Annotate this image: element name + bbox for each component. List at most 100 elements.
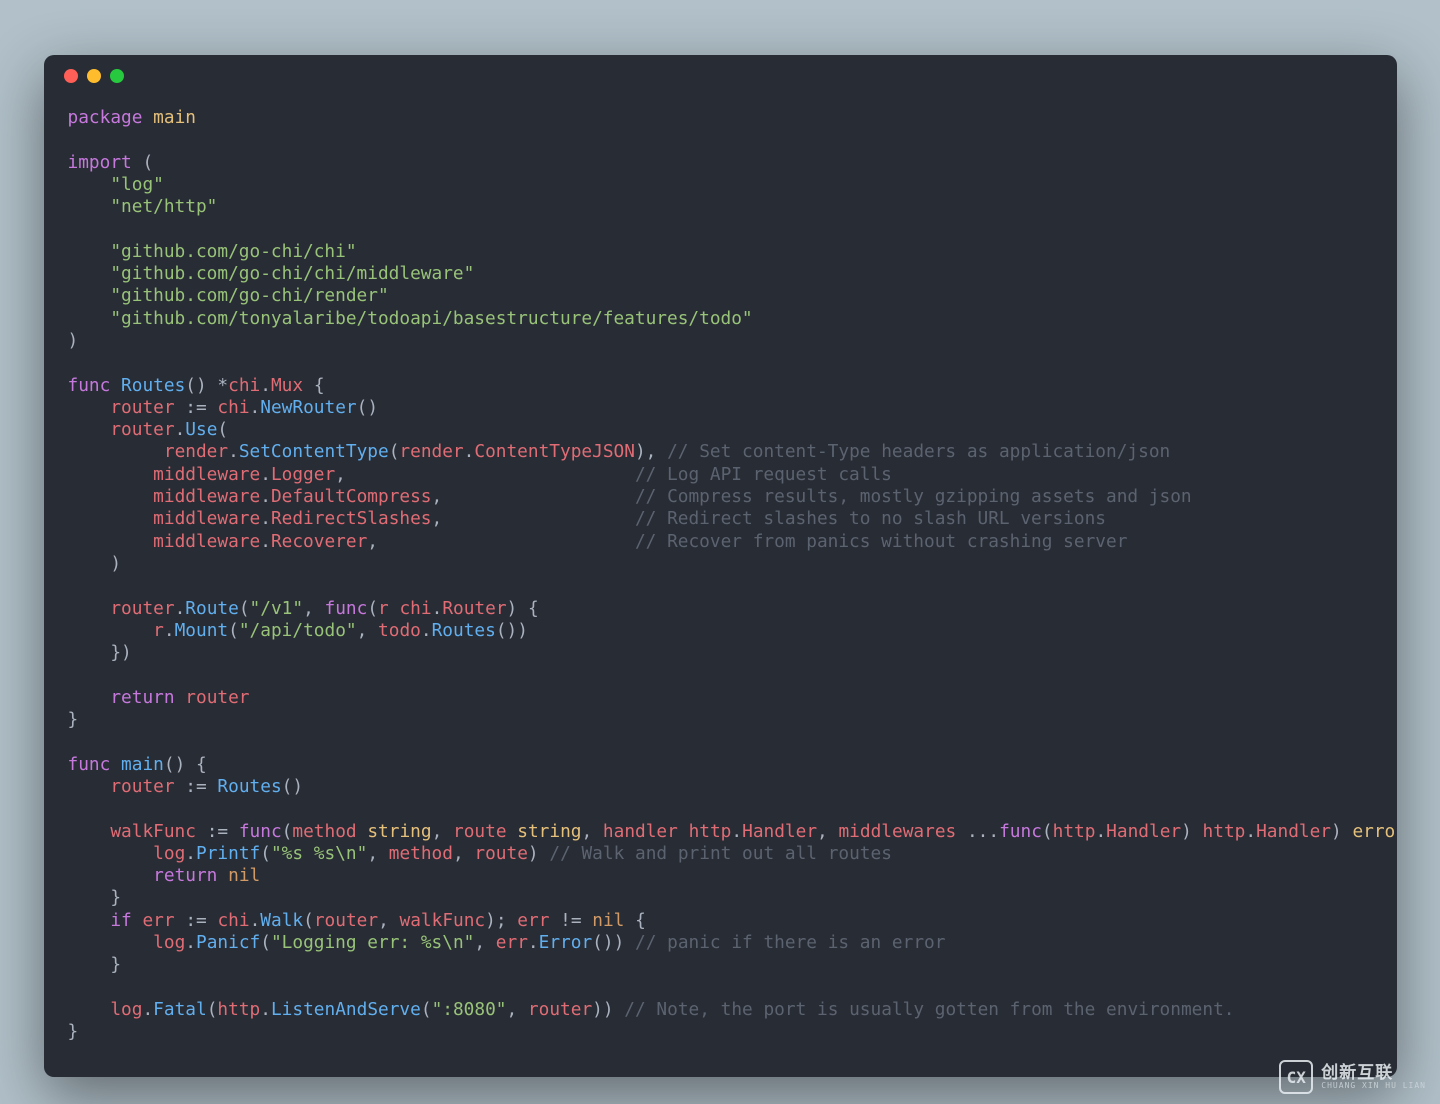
str-port: ":8080" xyxy=(432,999,507,1020)
arg-router: router xyxy=(314,910,378,931)
pkg-todo: todo xyxy=(378,620,421,641)
fn-setct: SetContentType xyxy=(239,441,389,462)
fn-routes-call: Routes xyxy=(217,776,281,797)
import-middleware: "github.com/go-chi/chi/middleware" xyxy=(110,263,474,284)
type-chi: chi xyxy=(228,375,260,396)
op-assign4: := xyxy=(185,910,206,931)
param-route: route xyxy=(453,821,507,842)
op-assign3: := xyxy=(207,821,228,842)
type-handler3: Handler xyxy=(1256,821,1331,842)
var-err3: err xyxy=(496,932,528,953)
param-r: r xyxy=(378,598,389,619)
op-assign2: := xyxy=(185,776,206,797)
fn-routes2: Routes xyxy=(432,620,496,641)
id-recoverer: Recoverer xyxy=(271,531,367,552)
pkg-chi-main: chi xyxy=(217,910,249,931)
type-router: Router xyxy=(442,598,506,619)
maximize-dot-icon[interactable] xyxy=(110,69,124,83)
fn-use: Use xyxy=(185,419,217,440)
op-ne: != xyxy=(560,910,581,931)
cmt-port: // Note, the port is usually gotten from… xyxy=(624,999,1234,1020)
kw-func-anon2: func xyxy=(239,821,282,842)
import-todo: "github.com/tonyalaribe/todoapi/basestru… xyxy=(110,308,752,329)
str-fmt: "%s %s\n" xyxy=(271,843,367,864)
minimize-dot-icon[interactable] xyxy=(87,69,101,83)
cmt-panic: // panic if there is an error xyxy=(635,932,945,953)
const-nil1: nil xyxy=(228,865,260,886)
fn-walk: Walk xyxy=(260,910,303,931)
close-dot-icon[interactable] xyxy=(64,69,78,83)
param-method: method xyxy=(292,821,356,842)
var-router: router xyxy=(110,397,174,418)
kw-package: package xyxy=(68,107,143,128)
fn-newrouter: NewRouter xyxy=(260,397,356,418)
fn-route: Route xyxy=(185,598,239,619)
pkg-chi: chi xyxy=(217,397,249,418)
str-apitodo: "/api/todo" xyxy=(239,620,357,641)
pkg-log1: log xyxy=(153,843,185,864)
paren-open: ( xyxy=(142,152,153,173)
type-string2: string xyxy=(517,821,581,842)
arg-router2: router xyxy=(528,999,592,1020)
fn-routes: Routes xyxy=(121,375,185,396)
op-assign: := xyxy=(185,397,206,418)
var-r: r xyxy=(153,620,164,641)
import-nethttp: "net/http" xyxy=(110,196,217,217)
arg-method: method xyxy=(389,843,453,864)
window-titlebar xyxy=(44,55,1397,97)
const-ctjson: ContentTypeJSON xyxy=(474,441,635,462)
type-string1: string xyxy=(367,821,431,842)
kw-import: import xyxy=(68,152,132,173)
type-chi2: chi xyxy=(399,598,431,619)
var-err2: err xyxy=(517,910,549,931)
pkg-name: main xyxy=(153,107,196,128)
kw-func-main: func xyxy=(68,754,111,775)
watermark-sub: CHUANG XIN HU LIAN xyxy=(1321,1082,1426,1090)
watermark-main: 创新互联 xyxy=(1321,1065,1426,1082)
var-err: err xyxy=(142,910,174,931)
fn-listen: ListenAndServe xyxy=(271,999,421,1020)
id-compress: DefaultCompress xyxy=(271,486,432,507)
var-router-main: router xyxy=(110,776,174,797)
cmt-recoverer: // Recover from panics without crashing … xyxy=(635,531,1127,552)
pkg-mw4: middleware xyxy=(153,531,260,552)
kw-return2: return xyxy=(153,865,217,886)
import-chi: "github.com/go-chi/chi" xyxy=(110,241,356,262)
import-log: "log" xyxy=(110,174,164,195)
param-handler: handler xyxy=(603,821,678,842)
cmt-ct: // Set content-Type headers as applicati… xyxy=(667,441,1170,462)
cmt-redirect: // Redirect slashes to no slash URL vers… xyxy=(635,508,1106,529)
arg-walkfunc: walkFunc xyxy=(400,910,486,931)
kw-func-routes: func xyxy=(68,375,111,396)
code-block: package main import ( "log" "net/http" "… xyxy=(44,97,1397,1077)
kw-if: if xyxy=(110,910,131,931)
pkg-render: render xyxy=(164,441,228,462)
param-middlewares: middlewares xyxy=(838,821,956,842)
id-logger: Logger xyxy=(271,464,335,485)
code-window: package main import ( "log" "net/http" "… xyxy=(44,55,1397,1077)
star: * xyxy=(217,375,228,396)
paren-close: ) xyxy=(68,330,79,351)
var-walkfunc: walkFunc xyxy=(110,821,196,842)
cmt-logger: // Log API request calls xyxy=(635,464,892,485)
id-redirect: RedirectSlashes xyxy=(271,508,432,529)
variadic: ... xyxy=(967,821,999,842)
const-nil2: nil xyxy=(592,910,624,931)
pkg-http1: http xyxy=(689,821,732,842)
var-router2: router xyxy=(110,419,174,440)
arg-route: route xyxy=(474,843,528,864)
fn-fatal: Fatal xyxy=(153,999,207,1020)
kw-func-type: func xyxy=(999,821,1042,842)
fn-error: Error xyxy=(539,932,593,953)
watermark: CX 创新互联 CHUANG XIN HU LIAN xyxy=(1279,1060,1426,1094)
pkg-mw2: middleware xyxy=(153,486,260,507)
type-handler2: Handler xyxy=(1106,821,1181,842)
cmt-walk: // Walk and print out all routes xyxy=(549,843,892,864)
import-render: "github.com/go-chi/render" xyxy=(110,285,388,306)
pkg-mw3: middleware xyxy=(153,508,260,529)
pkg-mw1: middleware xyxy=(153,464,260,485)
fn-panicf: Panicf xyxy=(196,932,260,953)
pkg-http2: http xyxy=(1053,821,1096,842)
pkg-render2: render xyxy=(399,441,463,462)
str-v1: "/v1" xyxy=(250,598,304,619)
